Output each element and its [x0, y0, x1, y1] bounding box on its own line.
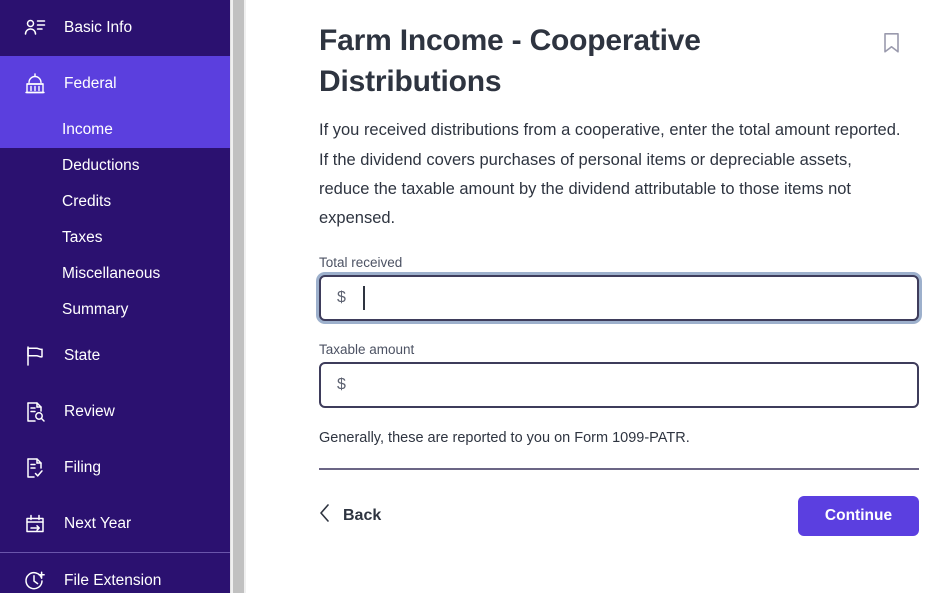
- sidebar-subitem-label: Credits: [62, 193, 112, 210]
- sidebar-subitem-miscellaneous[interactable]: Miscellaneous: [0, 256, 230, 292]
- sidebar-item-label: Filing: [64, 459, 102, 477]
- sidebar-subitem-credits[interactable]: Credits: [0, 184, 230, 220]
- title-row: Farm Income - Cooperative Distributions: [319, 20, 912, 102]
- sidebar-subitem-summary[interactable]: Summary: [0, 292, 230, 328]
- field-label-total-received: Total received: [319, 254, 403, 270]
- main-content: Farm Income - Cooperative Distributions …: [246, 0, 952, 593]
- form-note: Generally, these are reported to you on …: [319, 429, 690, 446]
- sidebar-subitem-label: Deductions: [62, 157, 140, 174]
- footer-actions: Back Continue: [319, 495, 919, 536]
- document-check-icon: [22, 455, 48, 481]
- document-search-icon: [22, 399, 48, 425]
- scrollbar-thumb[interactable]: [233, 0, 244, 593]
- sidebar-nav-top: Basic Info Federal Income Deductions Cre…: [0, 0, 230, 552]
- sidebar-subitem-label: Summary: [62, 301, 129, 318]
- user-list-icon: [22, 15, 48, 41]
- sidebar-subitem-label: Income: [62, 121, 113, 138]
- total-received-input[interactable]: [349, 276, 917, 319]
- bookmark-icon[interactable]: [883, 32, 900, 59]
- page-scrollbar[interactable]: [230, 0, 246, 593]
- continue-button[interactable]: Continue: [798, 495, 919, 536]
- sidebar-item-label: Review: [64, 403, 115, 421]
- field-label-taxable-amount: Taxable amount: [319, 341, 415, 357]
- taxable-amount-input-wrapper[interactable]: $: [319, 361, 919, 408]
- sidebar-item-filing[interactable]: Filing: [0, 440, 230, 496]
- text-cursor: [363, 285, 365, 310]
- field-taxable-amount: Taxable amount $: [319, 341, 919, 408]
- content-container: Farm Income - Cooperative Distributions …: [246, 0, 952, 536]
- sidebar-item-label: Basic Info: [64, 19, 133, 37]
- sidebar-item-state[interactable]: State: [0, 328, 230, 384]
- sidebar: Basic Info Federal Income Deductions Cre…: [0, 0, 230, 593]
- calendar-arrow-icon: [22, 511, 48, 537]
- field-total-received: Total received $: [319, 254, 919, 321]
- sidebar-subitem-income[interactable]: Income: [0, 112, 230, 148]
- sidebar-subnav-federal: Income Deductions Credits Taxes Miscella…: [0, 112, 230, 328]
- sidebar-item-basic-info[interactable]: Basic Info: [0, 0, 230, 56]
- flag-icon: [22, 343, 48, 369]
- dollar-prefix: $: [337, 288, 346, 306]
- app-root: Basic Info Federal Income Deductions Cre…: [0, 0, 952, 593]
- sidebar-item-label: State: [64, 347, 101, 365]
- clock-plus-icon: [22, 568, 48, 593]
- sidebar-item-label: Next Year: [64, 515, 132, 533]
- sidebar-item-label: File Extension: [64, 572, 162, 590]
- sidebar-subitem-taxes[interactable]: Taxes: [0, 220, 230, 256]
- section-divider: [319, 467, 919, 470]
- page-title: Farm Income - Cooperative Distributions: [319, 24, 701, 99]
- chevron-left-icon: [319, 503, 331, 528]
- back-button[interactable]: Back: [319, 503, 381, 528]
- total-received-input-wrapper[interactable]: $: [319, 274, 919, 321]
- sidebar-item-next-year[interactable]: Next Year: [0, 496, 230, 552]
- dollar-prefix: $: [337, 375, 346, 393]
- sidebar-item-label: Federal: [64, 75, 117, 93]
- sidebar-subitem-deductions[interactable]: Deductions: [0, 148, 230, 184]
- capitol-building-icon: [22, 71, 48, 97]
- sidebar-item-review[interactable]: Review: [0, 384, 230, 440]
- back-label: Back: [343, 506, 382, 524]
- taxable-amount-input[interactable]: [349, 363, 917, 406]
- sidebar-item-federal[interactable]: Federal: [0, 56, 230, 112]
- sidebar-item-file-extension[interactable]: File Extension: [0, 553, 230, 593]
- sidebar-subitem-label: Taxes: [62, 229, 103, 246]
- sidebar-subitem-label: Miscellaneous: [62, 265, 161, 282]
- intro-paragraph: If you received distributions from a coo…: [319, 121, 901, 228]
